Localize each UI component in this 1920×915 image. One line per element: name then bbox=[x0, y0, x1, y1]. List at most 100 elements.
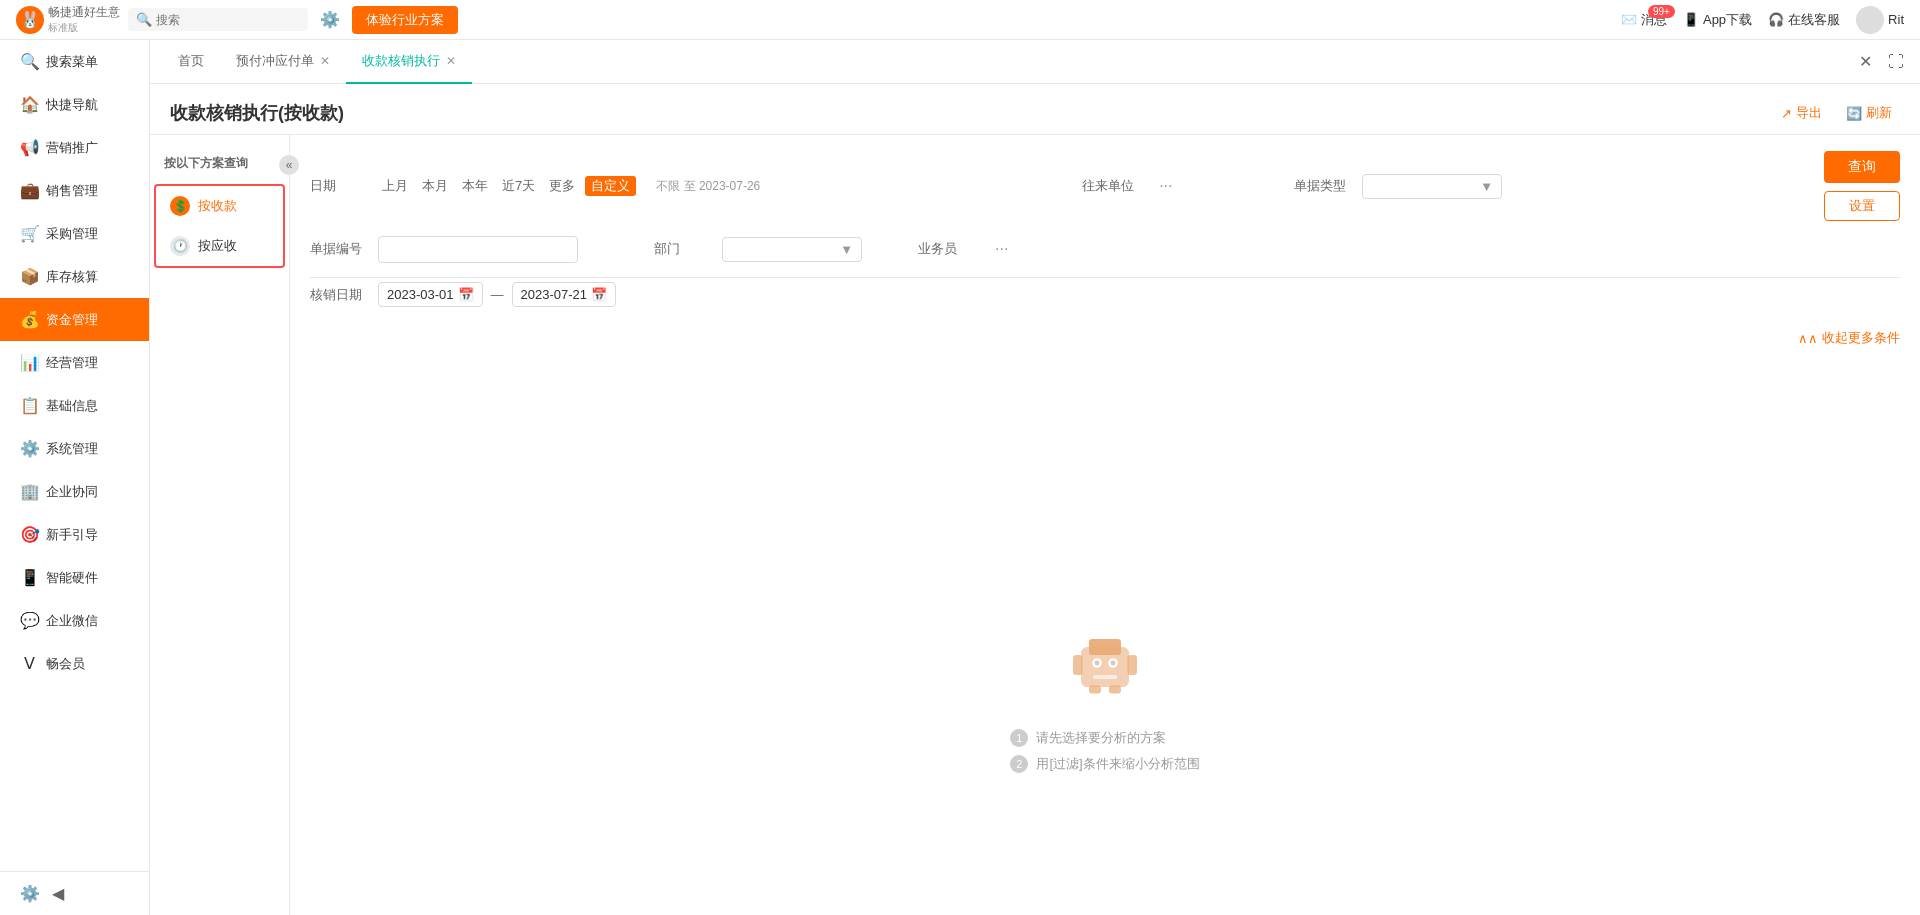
tab-receipts[interactable]: 收款核销执行 ✕ bbox=[346, 40, 472, 84]
tab-home[interactable]: 首页 bbox=[162, 40, 220, 84]
page-header-buttons: ↗ 导出 🔄 刷新 bbox=[1773, 100, 1900, 126]
date-last-month[interactable]: 上月 bbox=[378, 176, 412, 196]
filter-panel: 按以下方案查询 💲 按收款 🕐 按应收 « bbox=[150, 135, 290, 915]
sidebar-settings-icon[interactable]: ⚙️ bbox=[20, 884, 40, 903]
filter-option-by-receivable[interactable]: 🕐 按应收 bbox=[156, 226, 283, 266]
sidebar-item-basic-info[interactable]: 📋 基础信息 bbox=[0, 384, 149, 427]
sidebar-item-enterprise[interactable]: 🏢 企业协同 bbox=[0, 470, 149, 513]
collapse-more-conditions[interactable]: ∧∧ 收起更多条件 bbox=[310, 321, 1900, 355]
system-icon: ⚙️ bbox=[20, 439, 38, 458]
sidebar-item-system[interactable]: ⚙️ 系统管理 bbox=[0, 427, 149, 470]
app-download-label: App下载 bbox=[1703, 11, 1752, 29]
business-select[interactable]: ··· bbox=[986, 235, 1106, 263]
write-off-label: 核销日期 bbox=[310, 286, 370, 304]
write-off-start-value: 2023-03-01 bbox=[387, 287, 454, 302]
counterparty-field: 往来单位 ··· bbox=[1082, 172, 1270, 200]
tab-receipts-close[interactable]: ✕ bbox=[446, 54, 456, 68]
date-more[interactable]: 更多 bbox=[545, 176, 579, 196]
date-this-year[interactable]: 本年 bbox=[458, 176, 492, 196]
tab-expand-button[interactable]: ⛶ bbox=[1884, 49, 1908, 75]
sidebar-item-inventory[interactable]: 📦 库存核算 bbox=[0, 255, 149, 298]
filter-option-by-receipt[interactable]: 💲 按收款 bbox=[156, 186, 283, 226]
sidebar-item-hardware[interactable]: 📱 智能硬件 bbox=[0, 556, 149, 599]
tab-prepay-label: 预付冲应付单 bbox=[236, 52, 314, 70]
date-7days[interactable]: 近7天 bbox=[498, 176, 539, 196]
sidebar-item-guide[interactable]: 🎯 新手引导 bbox=[0, 513, 149, 556]
department-select[interactable]: ▼ bbox=[722, 237, 862, 262]
industry-button[interactable]: 体验行业方案 bbox=[352, 6, 458, 34]
counterparty-label: 往来单位 bbox=[1082, 177, 1142, 195]
refresh-label: 刷新 bbox=[1866, 104, 1892, 122]
tab-prepay[interactable]: 预付冲应付单 ✕ bbox=[220, 40, 346, 84]
sidebar-item-label: 采购管理 bbox=[46, 225, 98, 243]
svg-rect-10 bbox=[1109, 685, 1121, 693]
settings-button[interactable]: 设置 bbox=[1824, 191, 1900, 221]
body-row: 按以下方案查询 💲 按收款 🕐 按应收 « 日期 bbox=[150, 135, 1920, 915]
filter-panel-toggle[interactable]: « bbox=[279, 155, 299, 175]
export-button[interactable]: ↗ 导出 bbox=[1773, 100, 1830, 126]
main-content: 首页 预付冲应付单 ✕ 收款核销执行 ✕ ✕ ⛶ 收款核销执行(按收款) ↗ 导… bbox=[150, 40, 1920, 915]
date-field: 日期 上月 本月 本年 近7天 更多 自定义 bbox=[310, 176, 636, 196]
doc-type-arrow: ▼ bbox=[1480, 179, 1493, 194]
svg-rect-1 bbox=[1089, 639, 1121, 655]
sidebar-item-label: 基础信息 bbox=[46, 397, 98, 415]
write-off-start-date[interactable]: 2023-03-01 📅 bbox=[378, 282, 483, 307]
svg-point-5 bbox=[1111, 661, 1116, 666]
refresh-button[interactable]: 🔄 刷新 bbox=[1838, 100, 1900, 126]
calendar-icon2: 📅 bbox=[591, 287, 607, 302]
tip2-text: 用[过滤]条件来缩小分析范围 bbox=[1036, 755, 1199, 773]
online-service-button[interactable]: 🎧 在线客服 bbox=[1768, 11, 1840, 29]
gear-button[interactable]: ⚙️ bbox=[316, 6, 344, 33]
write-off-date-field: 核销日期 2023-03-01 📅 — 2023-07-21 📅 bbox=[310, 282, 616, 307]
sales-icon: 💼 bbox=[20, 181, 38, 200]
sidebar-collapse-icon[interactable]: ◀ bbox=[52, 884, 64, 903]
sidebar-item-vip[interactable]: Ⅴ 畅会员 bbox=[0, 642, 149, 685]
sidebar-item-marketing[interactable]: 📢 营销推广 bbox=[0, 126, 149, 169]
doc-type-select[interactable]: ▼ bbox=[1362, 174, 1502, 199]
vip-icon: Ⅴ bbox=[20, 654, 38, 673]
sidebar-item-finance[interactable]: 💰 资金管理 bbox=[0, 298, 149, 341]
date-label: 日期 bbox=[310, 177, 370, 195]
date-custom[interactable]: 自定义 bbox=[585, 176, 636, 196]
department-field: 部门 ▼ bbox=[654, 237, 862, 262]
message-button[interactable]: ✉️ 消息 99+ bbox=[1621, 11, 1667, 29]
right-fields: 往来单位 ··· 单据类型 ▼ bbox=[1082, 172, 1502, 200]
write-off-end-date[interactable]: 2023-07-21 📅 bbox=[512, 282, 617, 307]
sidebar-item-sales[interactable]: 💼 销售管理 bbox=[0, 169, 149, 212]
sidebar-item-search-menu[interactable]: 🔍 搜索菜单 bbox=[0, 40, 149, 83]
sidebar-item-quick-nav[interactable]: 🏠 快捷导航 bbox=[0, 83, 149, 126]
sidebar-item-operation[interactable]: 📊 经营管理 bbox=[0, 341, 149, 384]
sidebar-bottom: ⚙️ ◀ bbox=[0, 871, 149, 915]
svg-point-4 bbox=[1095, 661, 1100, 666]
sidebar-item-label: 智能硬件 bbox=[46, 569, 98, 587]
doc-number-field: 单据编号 bbox=[310, 236, 578, 263]
counterparty-dots: ··· bbox=[1159, 177, 1172, 195]
query-button[interactable]: 查询 bbox=[1824, 151, 1900, 183]
marketing-icon: 📢 bbox=[20, 138, 38, 157]
write-off-end-value: 2023-07-21 bbox=[521, 287, 588, 302]
empty-tips: 1 请先选择要分析的方案 2 用[过滤]条件来缩小分析范围 bbox=[1010, 729, 1199, 773]
quick-nav-icon: 🏠 bbox=[20, 95, 38, 114]
top-search-input[interactable] bbox=[156, 13, 296, 27]
business-label: 业务员 bbox=[918, 240, 978, 258]
search-icon: 🔍 bbox=[136, 12, 152, 27]
sidebar-item-wechat[interactable]: 💬 企业微信 bbox=[0, 599, 149, 642]
tab-home-label: 首页 bbox=[178, 52, 204, 70]
purchase-icon: 🛒 bbox=[20, 224, 38, 243]
counterparty-select[interactable]: ··· bbox=[1150, 172, 1270, 200]
refresh-icon: 🔄 bbox=[1846, 106, 1862, 121]
collapse-arrows: ∧∧ bbox=[1798, 331, 1818, 346]
user-profile[interactable]: Rit bbox=[1856, 6, 1904, 34]
business-dots: ··· bbox=[995, 240, 1008, 258]
app-download-button[interactable]: 📱 App下载 bbox=[1683, 11, 1752, 29]
sidebar-item-purchase[interactable]: 🛒 采购管理 bbox=[0, 212, 149, 255]
doc-number-input[interactable] bbox=[378, 236, 578, 263]
sidebar-item-label: 销售管理 bbox=[46, 182, 98, 200]
filter-option-label: 按收款 bbox=[198, 197, 237, 215]
top-search-bar[interactable]: 🔍 bbox=[128, 8, 308, 31]
date-this-month[interactable]: 本月 bbox=[418, 176, 452, 196]
tab-close-all-button[interactable]: ✕ bbox=[1855, 48, 1876, 75]
tab-prepay-close[interactable]: ✕ bbox=[320, 54, 330, 68]
sidebar: 🔍 搜索菜单 🏠 快捷导航 📢 营销推广 💼 销售管理 🛒 采购管理 📦 库存核… bbox=[0, 40, 150, 915]
form-row-1: 日期 上月 本月 本年 近7天 更多 自定义 不限 至 2023-07-26 bbox=[310, 151, 1900, 221]
